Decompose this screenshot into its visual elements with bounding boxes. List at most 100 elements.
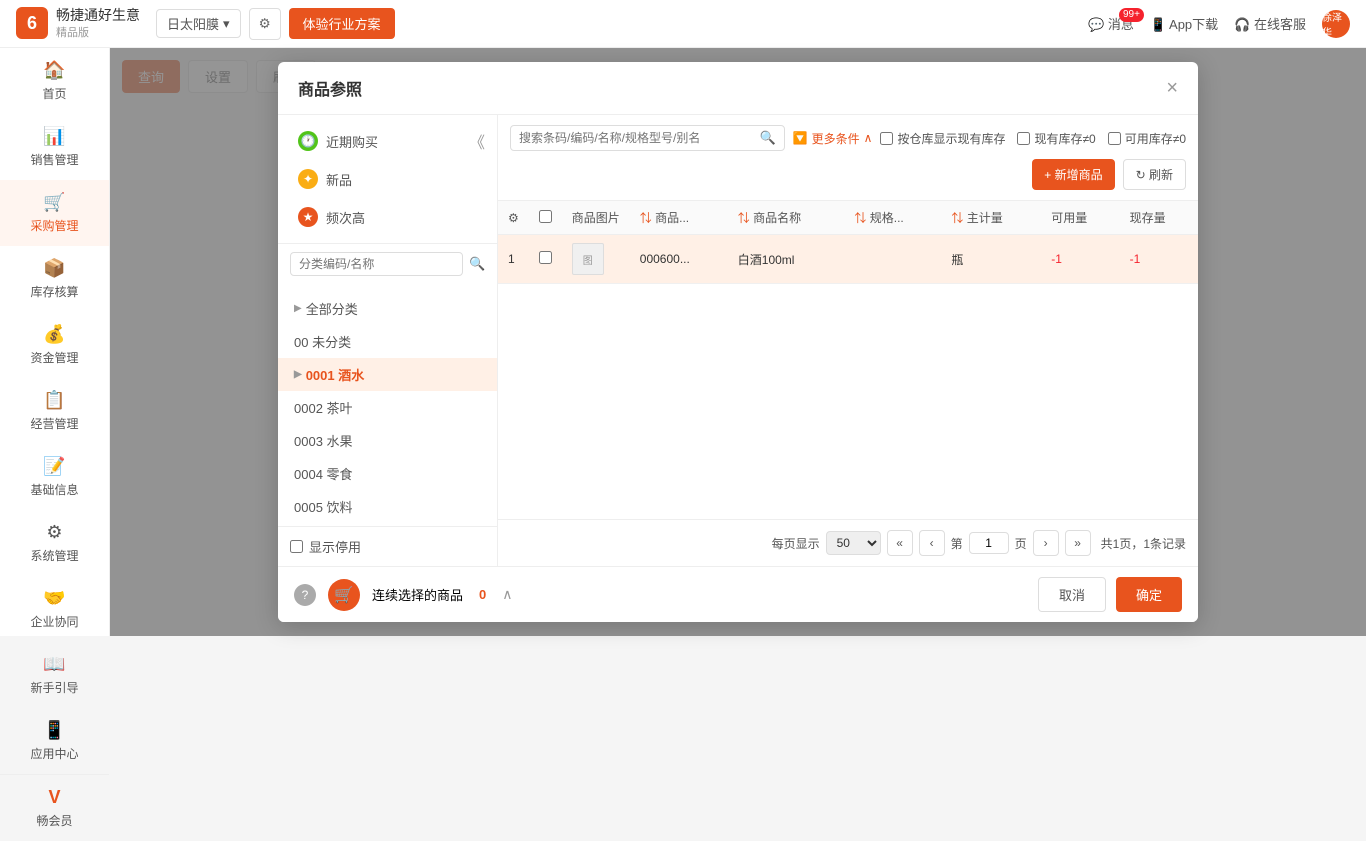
settings-button[interactable]: ⚙ — [249, 8, 281, 40]
warehouse-filter[interactable]: 按仓库显示现有库存 — [880, 130, 1005, 147]
page-next-button[interactable]: › — [1033, 530, 1059, 556]
available-filter[interactable]: 现有库存≠0 — [1017, 130, 1095, 147]
category-snack[interactable]: 0004 零食 — [278, 457, 497, 490]
brand-text: 畅捷通好生意 精品版 — [56, 7, 140, 40]
table-header-row: ⚙ 商品图片 ⇅ 商品... — [498, 201, 1198, 235]
table-head: ⚙ 商品图片 ⇅ 商品... — [498, 201, 1198, 235]
toolbar-right: + 新增商品 ↻ 刷新 — [1032, 159, 1186, 190]
message-badge-wrap[interactable]: 💬 99+ 消息 — [1088, 14, 1134, 33]
sort-icon: ⇅ — [951, 211, 963, 225]
per-page-select[interactable]: 50 100 200 — [826, 531, 881, 555]
left-panel: 🕐 近期购买 《 ✦ 新品 ★ 频次高 — [278, 115, 498, 566]
col-checkbox-header — [529, 201, 562, 235]
col-spec-header[interactable]: ⇅ 规格... — [844, 201, 941, 235]
col-settings[interactable]: ⚙ — [498, 201, 529, 235]
more-filter-button[interactable]: 🔽 更多条件 ∧ — [793, 130, 873, 147]
pagination: 每页显示 50 100 200 « ‹ 第 页 › » 共1页，1条记 — [498, 519, 1198, 566]
help-button[interactable]: ? — [294, 584, 316, 606]
row-unit: 瓶 — [941, 235, 1041, 284]
row-checkbox[interactable] — [539, 251, 552, 264]
guide-icon: 📖 — [43, 654, 65, 675]
sidebar-item-member[interactable]: V 畅会员 — [0, 774, 109, 841]
page-suffix: 页 — [1015, 535, 1027, 552]
arrow-icon: ▶ — [294, 369, 302, 380]
company-selector[interactable]: 日太阳膜 ▾ — [156, 9, 241, 38]
select-all-checkbox[interactable] — [539, 210, 552, 223]
refresh-button[interactable]: ↻ 刷新 — [1123, 159, 1186, 190]
cancel-button[interactable]: 取消 — [1038, 577, 1106, 612]
page-prev-button[interactable]: ‹ — [919, 530, 945, 556]
sort-icon: ⇅ — [738, 211, 750, 225]
quick-item-new[interactable]: ✦ 新品 — [290, 163, 485, 195]
sidebar-item-apps[interactable]: 📱 应用中心 — [0, 708, 109, 774]
category-search-input[interactable] — [290, 252, 463, 276]
page-number-input[interactable] — [969, 532, 1009, 554]
headset-icon: 🎧 — [1234, 17, 1250, 32]
add-product-button[interactable]: + 新增商品 — [1032, 159, 1114, 190]
category-list: ▶ 全部分类 00 未分类 ▶ 0001 酒水 0002 茶叶 — [278, 284, 497, 526]
modal-close-button[interactable]: × — [1166, 78, 1178, 98]
sidebar-item-enterprise[interactable]: 🤝 企业协同 — [0, 576, 109, 642]
app-download-link[interactable]: 📱 App下载 — [1150, 14, 1218, 33]
home-icon: 🏠 — [43, 60, 65, 81]
sidebar-item-basic-info[interactable]: 📝 基础信息 — [0, 444, 109, 510]
category-search-icon[interactable]: 🔍 — [469, 256, 485, 272]
cart-icon: 🛒 — [334, 585, 354, 605]
col-code-header[interactable]: ⇅ 商品... — [630, 201, 728, 235]
cart-button[interactable]: 🛒 — [328, 579, 360, 611]
category-tea[interactable]: 0002 茶叶 — [278, 391, 497, 424]
sidebar-item-operations[interactable]: 📋 经营管理 — [0, 378, 109, 444]
finance-icon: 💰 — [43, 324, 65, 345]
sidebar-item-home[interactable]: 🏠 首页 — [0, 48, 109, 114]
category-beverage[interactable]: 0005 饮料 — [278, 490, 497, 523]
sidebar-item-system[interactable]: ⚙ 系统管理 — [0, 510, 109, 576]
sidebar-item-inventory[interactable]: 📦 库存核算 — [0, 246, 109, 312]
service-link[interactable]: 🎧 在线客服 — [1234, 14, 1306, 33]
show-disabled-checkbox[interactable]: 显示停用 — [290, 537, 485, 556]
sidebar-item-guide[interactable]: 📖 新手引导 — [0, 642, 109, 708]
star-icon: ★ — [298, 207, 318, 227]
left-panel-top: 🕐 近期购买 《 ✦ 新品 ★ 频次高 — [278, 115, 497, 244]
table-row[interactable]: 1 图 000600... 白酒100ml 瓶 -1 — [498, 235, 1198, 284]
quick-item-recent[interactable]: 🕐 近期购买 — [290, 125, 386, 157]
search-icon[interactable]: 🔍 — [760, 130, 776, 146]
member-icon: V — [48, 787, 60, 808]
confirm-button[interactable]: 确定 — [1116, 577, 1182, 612]
experience-button[interactable]: 体验行业方案 — [289, 8, 395, 39]
operations-icon: 📋 — [43, 390, 65, 411]
category-all[interactable]: ▶ 全部分类 — [278, 292, 497, 325]
col-unit-header[interactable]: ⇅ 主计量 — [941, 201, 1041, 235]
row-name: 白酒100ml — [728, 235, 845, 284]
category-uncategorized[interactable]: 00 未分类 — [278, 325, 497, 358]
chevron-down-icon: ▾ — [223, 16, 230, 32]
show-disabled-input[interactable] — [290, 540, 303, 553]
available-checkbox[interactable] — [1017, 132, 1030, 145]
message-badge: 99+ — [1119, 8, 1144, 22]
product-search-input[interactable] — [519, 131, 756, 145]
info-icon: 📝 — [43, 456, 65, 477]
arrow-icon: ▶ — [294, 303, 302, 314]
collapse-selection-button[interactable]: ∧ — [502, 586, 512, 603]
usable-filter[interactable]: 可用库存≠0 — [1108, 130, 1186, 147]
category-alcohol[interactable]: ▶ 0001 酒水 — [278, 358, 497, 391]
message-icon: 💬 — [1088, 17, 1104, 32]
product-reference-modal: 商品参照 × 🕐 近期购买 《 — [278, 62, 1198, 622]
sidebar-item-purchase[interactable]: 🛒 采购管理 — [0, 180, 109, 246]
usable-checkbox[interactable] — [1108, 132, 1121, 145]
category-fruit[interactable]: 0003 水果 — [278, 424, 497, 457]
table-body: 1 图 000600... 白酒100ml 瓶 -1 — [498, 235, 1198, 284]
page-label-text: 第 — [951, 535, 963, 552]
sidebar-item-finance[interactable]: 💰 资金管理 — [0, 312, 109, 378]
enterprise-icon: 🤝 — [43, 588, 65, 609]
quick-item-frequent[interactable]: ★ 频次高 — [290, 201, 485, 233]
col-name-header[interactable]: ⇅ 商品名称 — [728, 201, 845, 235]
collapse-left-button[interactable]: 《 — [469, 129, 485, 153]
logo-icon: 6 — [16, 7, 48, 39]
page-first-button[interactable]: « — [887, 530, 913, 556]
warehouse-checkbox[interactable] — [880, 132, 893, 145]
page-last-button[interactable]: » — [1065, 530, 1091, 556]
row-index: 1 — [498, 235, 529, 284]
clock-icon: 🕐 — [298, 131, 318, 151]
sidebar-item-sales[interactable]: 📊 销售管理 — [0, 114, 109, 180]
avatar[interactable]: 徐泽华 — [1322, 10, 1350, 38]
